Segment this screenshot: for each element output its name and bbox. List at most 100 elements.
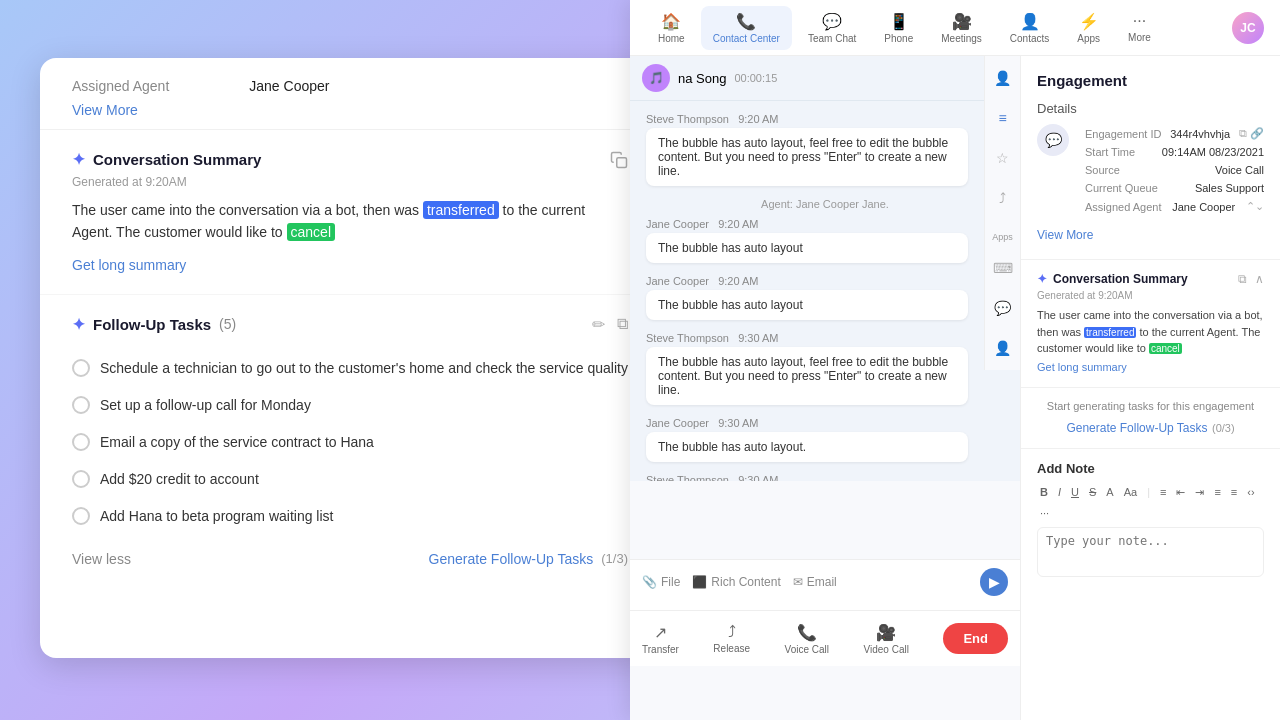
font-size-button[interactable]: Aa: [1121, 484, 1140, 500]
italic-button[interactable]: I: [1055, 484, 1064, 500]
user-avatar[interactable]: JC: [1232, 12, 1264, 44]
chat-message: Steve Thompson 9:30 AM The bubble has au…: [646, 474, 1004, 481]
engagement-details: 💬 Engagement ID 344r4vhvhja ⧉ 🔗 Start Ti…: [1037, 124, 1264, 216]
star-sidebar-icon[interactable]: ☆: [989, 144, 1017, 172]
tab-email[interactable]: ✉ Email: [793, 568, 837, 596]
chat-message: Steve Thompson 9:20 AM The bubble has au…: [646, 113, 1004, 186]
details-label: Details: [1037, 101, 1264, 116]
collapse-icon[interactable]: ∧: [1255, 272, 1264, 286]
align-left-button[interactable]: ≡: [1211, 484, 1223, 500]
nav-item-home[interactable]: 🏠 Home: [646, 6, 697, 50]
view-more-link[interactable]: View More: [72, 102, 138, 118]
task-check-2[interactable]: [72, 396, 90, 414]
sparkle-icon-2: ✦: [72, 315, 85, 334]
chat-sidebar-icon[interactable]: 💬: [989, 294, 1017, 322]
copy-icon-2[interactable]: ⧉: [617, 315, 628, 333]
task-check-4[interactable]: [72, 470, 90, 488]
card-top: Assigned Agent Jane Cooper View More: [40, 58, 660, 130]
add-note-section: Add Note B I U S A Aa | ≡ ⇤ ⇥ ≡ ≡ ‹› ···: [1021, 448, 1280, 593]
svg-rect-0: [617, 157, 627, 167]
header-icons: ✏ ⧉: [592, 315, 628, 334]
nav-items: 🏠 Home 📞 Contact Center 💬 Team Chat 📱 Ph…: [646, 6, 1163, 50]
nav-item-apps[interactable]: ⚡ Apps: [1065, 6, 1112, 50]
summary-title: ✦ Conversation Summary: [72, 150, 261, 169]
agent-label: Agent: Jane Cooper Jane.: [646, 198, 1004, 210]
get-long-summary-link[interactable]: Get long summary: [72, 257, 186, 273]
bottom-bar: ↗ Transfer ⤴ Release 📞 Voice Call 🎥 Vide…: [630, 610, 1020, 666]
conv-summary-title: ✦ Conversation Summary: [1037, 272, 1188, 286]
chat-input-area: 📎 File ⬛ Rich Content ✉ Email ▶: [630, 559, 1020, 610]
apps-sidebar-icon[interactable]: ⌨: [989, 254, 1017, 282]
team-chat-icon: 💬: [822, 12, 842, 31]
user-sidebar-icon[interactable]: 👤: [989, 64, 1017, 92]
tab-rich-content[interactable]: ⬛ Rich Content: [692, 568, 780, 596]
generate-follow-up-link[interactable]: Generate Follow-Up Tasks: [1066, 421, 1207, 435]
nav-item-meetings[interactable]: 🎥 Meetings: [929, 6, 994, 50]
msg-sender: Steve Thompson 9:20 AM: [646, 113, 1004, 125]
send-button[interactable]: ▶: [980, 568, 1008, 596]
task-check-1[interactable]: [72, 359, 90, 377]
conv-summary-time: Generated at 9:20AM: [1037, 290, 1264, 301]
sidebar-icon-strip: 👤 ≡ ☆ ⤴ Apps ⌨ 💬 👤: [984, 56, 1020, 370]
summary-generated-at: Generated at 9:20AM: [72, 175, 628, 189]
chat-message: Jane Cooper 9:30 AM The bubble has auto …: [646, 417, 1004, 462]
list-item: Add Hana to beta program waiting list: [72, 498, 628, 535]
get-long-summary-sm[interactable]: Get long summary: [1037, 361, 1127, 373]
edit-icon[interactable]: ✏: [592, 315, 605, 334]
home-icon: 🏠: [661, 12, 681, 31]
detail-row: Assigned Agent Jane Cooper ⌃⌄: [1085, 197, 1264, 216]
tab-transfer[interactable]: ↗ Transfer: [642, 623, 679, 655]
list-sidebar-icon[interactable]: ≡: [989, 104, 1017, 132]
cancel-highlight-sm: cancel: [1149, 343, 1182, 354]
task-check-5[interactable]: [72, 507, 90, 525]
divider-1: |: [1144, 484, 1153, 500]
follow-up-section: ✦ Follow-Up Tasks (5) ✏ ⧉ Schedule a tec…: [40, 295, 660, 587]
msg-sender: Steve Thompson 9:30 AM: [646, 474, 1004, 481]
rich-content-icon: ⬛: [692, 575, 707, 589]
msg-sender: Jane Cooper 9:20 AM: [646, 275, 1004, 287]
more-formatting-button[interactable]: ···: [1037, 505, 1052, 521]
chat-area[interactable]: Steve Thompson 9:20 AM The bubble has au…: [630, 101, 1020, 481]
list-item: Schedule a technician to go out to the c…: [72, 350, 628, 387]
tab-release[interactable]: ⤴ Release: [713, 623, 750, 654]
underline-button[interactable]: U: [1068, 484, 1082, 500]
bold-button[interactable]: B: [1037, 484, 1051, 500]
generate-follow-up-btn[interactable]: Generate Follow-Up Tasks (1/3): [429, 551, 628, 567]
summary-header: ✦ Conversation Summary: [72, 150, 628, 169]
indent-left-button[interactable]: ⇤: [1173, 484, 1188, 501]
note-input[interactable]: [1037, 527, 1264, 577]
copy-icon[interactable]: [610, 151, 628, 169]
video-call-icon: 🎥: [876, 623, 896, 642]
transferred-highlight-sm: transferred: [1084, 327, 1136, 338]
nav-item-team-chat[interactable]: 💬 Team Chat: [796, 6, 868, 50]
summary-text: The user came into the conversation via …: [72, 199, 628, 244]
copy-icon-sm[interactable]: ⧉: [1238, 272, 1247, 286]
right-panel: 🏠 Home 📞 Contact Center 💬 Team Chat 📱 Ph…: [630, 0, 1280, 720]
strikethrough-button[interactable]: S: [1086, 484, 1099, 500]
indent-right-button[interactable]: ⇥: [1192, 484, 1207, 501]
nav-item-contact-center[interactable]: 📞 Contact Center: [701, 6, 792, 50]
tab-file[interactable]: 📎 File: [642, 568, 680, 596]
engagement-section: Engagement Details 💬 Engagement ID 344r4…: [1021, 56, 1280, 259]
file-icon: 📎: [642, 575, 657, 589]
add-note-title: Add Note: [1037, 461, 1264, 476]
task-check-3[interactable]: [72, 433, 90, 451]
list-button[interactable]: ≡: [1157, 484, 1169, 500]
nav-item-contacts[interactable]: 👤 Contacts: [998, 6, 1061, 50]
tab-voice-call[interactable]: 📞 Voice Call: [785, 623, 829, 655]
nav-item-phone[interactable]: 📱 Phone: [872, 6, 925, 50]
align-center-button[interactable]: ≡: [1228, 484, 1240, 500]
end-button[interactable]: End: [943, 623, 1008, 654]
person-sidebar-icon[interactable]: 👤: [989, 334, 1017, 362]
section-footer: View less Generate Follow-Up Tasks (1/3): [72, 551, 628, 567]
msg-bubble: The bubble has auto layout: [646, 233, 968, 263]
view-more-link-sidebar[interactable]: View More: [1037, 228, 1093, 242]
share-sidebar-icon[interactable]: ⤴: [989, 184, 1017, 212]
meetings-icon: 🎥: [952, 12, 972, 31]
view-less-link[interactable]: View less: [72, 551, 131, 567]
tab-video-call[interactable]: 🎥 Video Call: [864, 623, 909, 655]
color-button[interactable]: A: [1103, 484, 1116, 500]
code-button[interactable]: ‹›: [1244, 484, 1257, 500]
nav-item-more[interactable]: ··· More: [1116, 6, 1163, 49]
engagement-type-icon: 💬: [1037, 124, 1069, 156]
